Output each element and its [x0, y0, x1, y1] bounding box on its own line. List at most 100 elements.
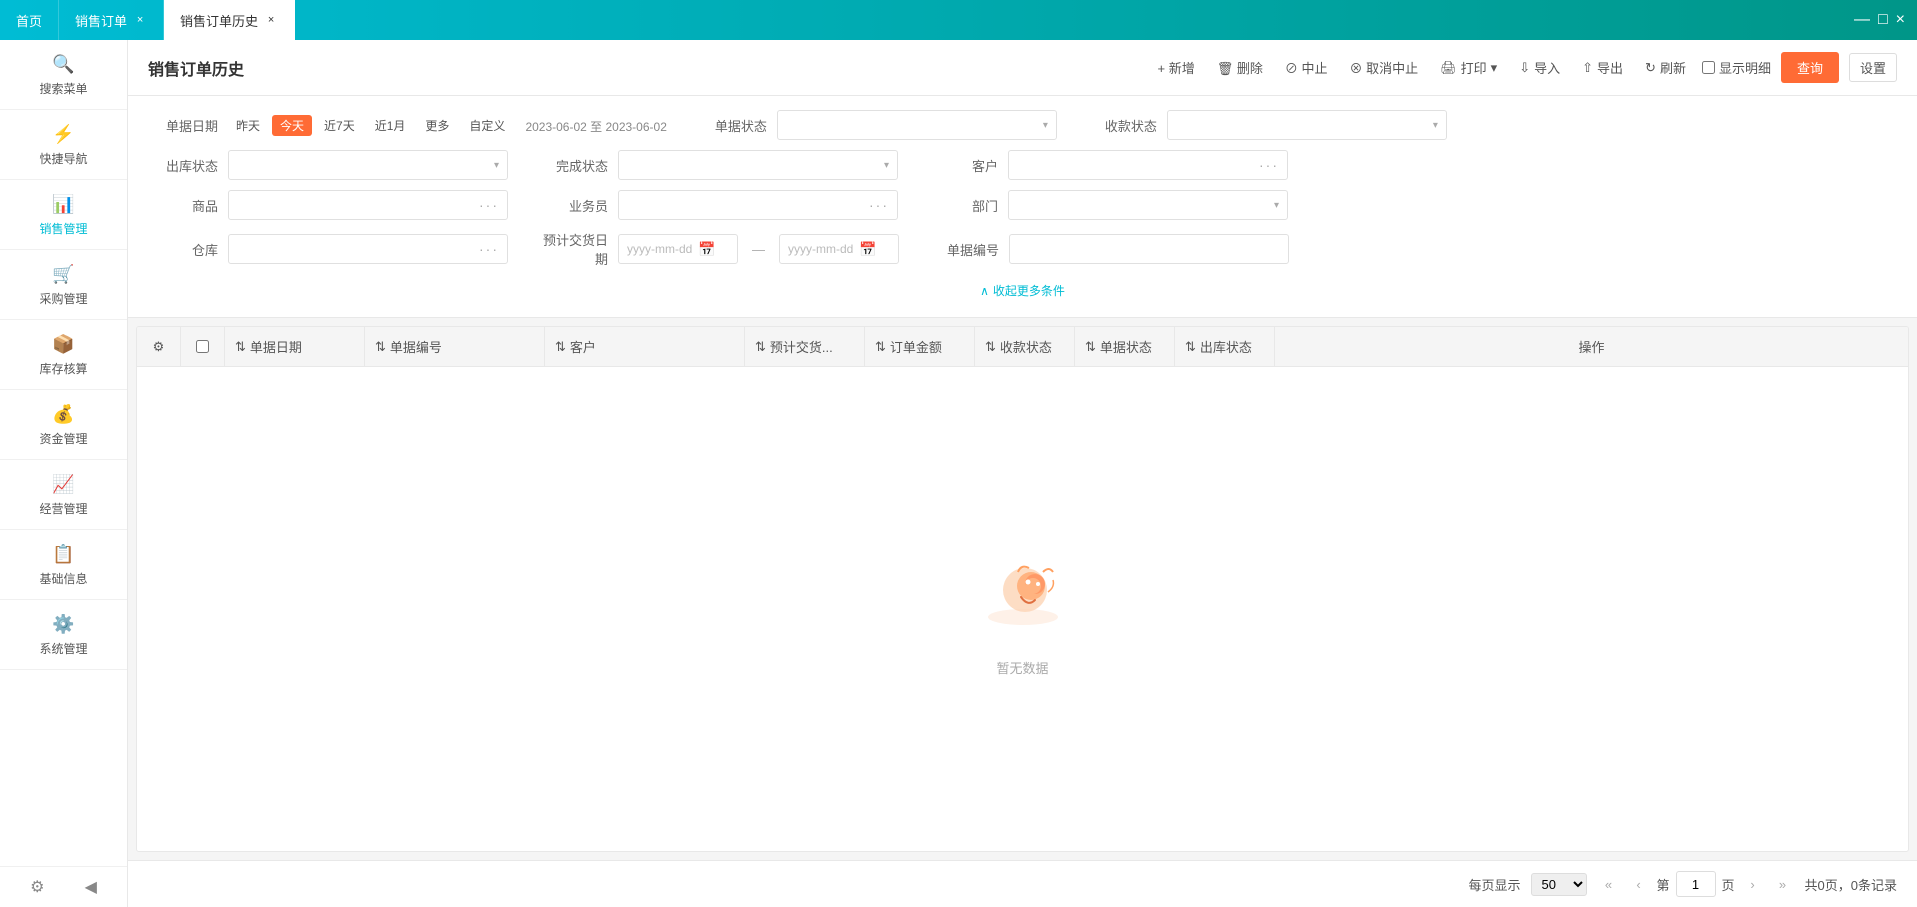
doc-num-label: 单据编号 [929, 240, 999, 259]
th-customer-sort-icon: ⇅ [555, 339, 566, 355]
print-button[interactable]: 🖨 打印 ▾ [1434, 54, 1503, 81]
sidebar-item-sales-label: 销售管理 [39, 220, 87, 237]
system-icon: ⚙️ [52, 612, 76, 636]
sidebar-bottom: ⚙ ◀ [0, 866, 127, 907]
salesperson-input[interactable]: ··· [618, 190, 898, 220]
filter-area: 单据日期 昨天 今天 近7天 近1月 更多 自定义 2023-06-02 至 2… [128, 96, 1917, 318]
sidebar-item-sales[interactable]: 📊 销售管理 [0, 180, 127, 250]
date-chip-yesterday[interactable]: 昨天 [228, 115, 268, 136]
query-button[interactable]: 查询 [1781, 52, 1839, 83]
th-delivery-sort-icon: ⇅ [755, 339, 766, 355]
th-date[interactable]: ⇅ 单据日期 [225, 327, 365, 366]
date-separator: — [748, 242, 769, 257]
customer-label: 客户 [928, 156, 998, 175]
select-all-checkbox[interactable] [196, 340, 209, 353]
recv-status-select[interactable]: ▾ [1167, 110, 1447, 140]
th-doc-status[interactable]: ⇅ 单据状态 [1075, 327, 1175, 366]
refresh-button[interactable]: ↻ 刷新 [1639, 54, 1692, 81]
tab-sales-order-history-close[interactable]: × [264, 13, 278, 27]
sidebar-settings-icon[interactable]: ⚙ [30, 877, 44, 897]
date-chip-more[interactable]: 更多 [417, 115, 457, 136]
th-customer[interactable]: ⇅ 客户 [545, 327, 745, 366]
toolbar: + 新增 🗑 删除 ⊘ 中止 ⊗ 取消中止 🖨 打印 ▾ ⇩ 导入 ⇧ 导出 [1152, 52, 1897, 83]
customer-input[interactable]: ··· [1008, 150, 1288, 180]
sidebar-item-quicknav[interactable]: ⚡ 快捷导航 [0, 110, 127, 180]
sidebar-item-search[interactable]: 🔍 搜索菜单 [0, 40, 127, 110]
th-out-status[interactable]: ⇅ 出库状态 [1175, 327, 1275, 366]
refresh-icon: ↻ [1645, 60, 1656, 76]
date-chip-7days[interactable]: 近7天 [316, 115, 363, 136]
out-status-select[interactable]: ▾ [228, 150, 508, 180]
last-page-button[interactable]: » [1771, 872, 1795, 896]
sidebar-item-finance[interactable]: 💰 资金管理 [0, 390, 127, 460]
sidebar-item-system[interactable]: ⚙️ 系统管理 [0, 600, 127, 670]
warehouse-input[interactable]: ··· [228, 234, 508, 264]
sidebar-collapse-icon[interactable]: ◀ [85, 877, 97, 897]
pagination: « ‹ 第 页 › » [1597, 871, 1795, 897]
sidebar-item-business-label: 经营管理 [39, 500, 87, 517]
import-button[interactable]: ⇩ 导入 [1513, 54, 1566, 81]
delivery-date-end[interactable]: yyyy-mm-dd 📅 [779, 234, 899, 264]
sidebar-item-purchase[interactable]: 🛒 采购管理 [0, 250, 127, 320]
th-settings[interactable]: ⚙ [137, 327, 181, 366]
complete-label: 完成状态 [538, 156, 608, 175]
collapse-filter-button[interactable]: ∧ 收起更多条件 [980, 278, 1065, 303]
top-bar: 首页 销售订单 × 销售订单历史 × — □ × [0, 0, 1917, 40]
show-cols-checkbox[interactable] [1702, 61, 1715, 74]
sidebar-item-business[interactable]: 📈 经营管理 [0, 460, 127, 530]
th-num[interactable]: ⇅ 单据编号 [365, 327, 545, 366]
complete-select[interactable]: ▾ [618, 150, 898, 180]
print-label: 打印 [1461, 58, 1487, 77]
tab-sales-order[interactable]: 销售订单 × [59, 0, 164, 40]
tab-home[interactable]: 首页 [0, 0, 59, 40]
dept-select[interactable]: ▾ [1008, 190, 1288, 220]
current-page-input[interactable] [1676, 871, 1716, 897]
page-size-select[interactable]: 50 100 200 [1531, 873, 1587, 896]
sidebar-item-inventory[interactable]: 📦 库存核算 [0, 320, 127, 390]
tab-sales-order-history[interactable]: 销售订单历史 × [164, 0, 295, 40]
out-status-label: 出库状态 [148, 156, 218, 175]
maximize-button[interactable]: □ [1878, 11, 1888, 29]
first-page-button[interactable]: « [1597, 872, 1621, 896]
search-icon: 🔍 [52, 52, 76, 76]
calendar-end-icon: 📅 [859, 241, 876, 258]
complete-arrow-icon: ▾ [884, 160, 889, 171]
minimize-button[interactable]: — [1854, 11, 1870, 29]
show-cols-toggle[interactable]: 显示明细 [1702, 58, 1771, 77]
collapse-label: 收起更多条件 [993, 282, 1065, 299]
th-recv-status[interactable]: ⇅ 收款状态 [975, 327, 1075, 366]
settings-button[interactable]: 设置 [1849, 53, 1897, 82]
doc-status-select[interactable]: ▾ [777, 110, 1057, 140]
date-chip-custom[interactable]: 自定义 [461, 115, 513, 136]
tab-sales-order-close[interactable]: × [133, 13, 147, 27]
empty-text: 暂无数据 [996, 658, 1048, 677]
date-chips: 昨天 今天 近7天 近1月 更多 自定义 [228, 115, 513, 136]
product-input[interactable]: ··· [228, 190, 508, 220]
th-checkbox[interactable] [181, 327, 225, 366]
next-page-button[interactable]: › [1741, 872, 1765, 896]
th-delivery[interactable]: ⇅ 预计交货... [745, 327, 865, 366]
delivery-date-start[interactable]: yyyy-mm-dd 📅 [618, 234, 738, 264]
th-amount[interactable]: ⇅ 订单金额 [865, 327, 975, 366]
stop-button[interactable]: ⊘ 中止 [1279, 54, 1334, 81]
empty-state: 暂无数据 [137, 367, 1908, 851]
cancel-stop-button[interactable]: ⊗ 取消中止 [1344, 54, 1425, 81]
salesperson-more-icon: ··· [869, 197, 889, 213]
export-button[interactable]: ⇧ 导出 [1576, 54, 1629, 81]
new-button[interactable]: + 新增 [1152, 54, 1201, 81]
sidebar-item-basic[interactable]: 📋 基础信息 [0, 530, 127, 600]
delete-button[interactable]: 🗑 删除 [1211, 54, 1269, 81]
recv-status-arrow-icon: ▾ [1433, 120, 1438, 131]
date-chip-1month[interactable]: 近1月 [367, 115, 414, 136]
calendar-start-icon: 📅 [698, 241, 715, 258]
customer-more-icon: ··· [1259, 157, 1279, 173]
date-chip-today[interactable]: 今天 [272, 115, 312, 136]
th-status-sort-icon: ⇅ [1085, 339, 1096, 355]
page-size-label: 每页显示 [1468, 875, 1520, 894]
close-window-button[interactable]: × [1896, 11, 1905, 29]
prev-page-button[interactable]: ‹ [1627, 872, 1651, 896]
doc-num-input[interactable] [1009, 234, 1289, 264]
sidebar-item-inventory-label: 库存核算 [39, 360, 87, 377]
purchase-icon: 🛒 [52, 262, 76, 286]
main-layout: 🔍 搜索菜单 ⚡ 快捷导航 📊 销售管理 🛒 采购管理 📦 库存核算 💰 资金管… [0, 40, 1917, 907]
